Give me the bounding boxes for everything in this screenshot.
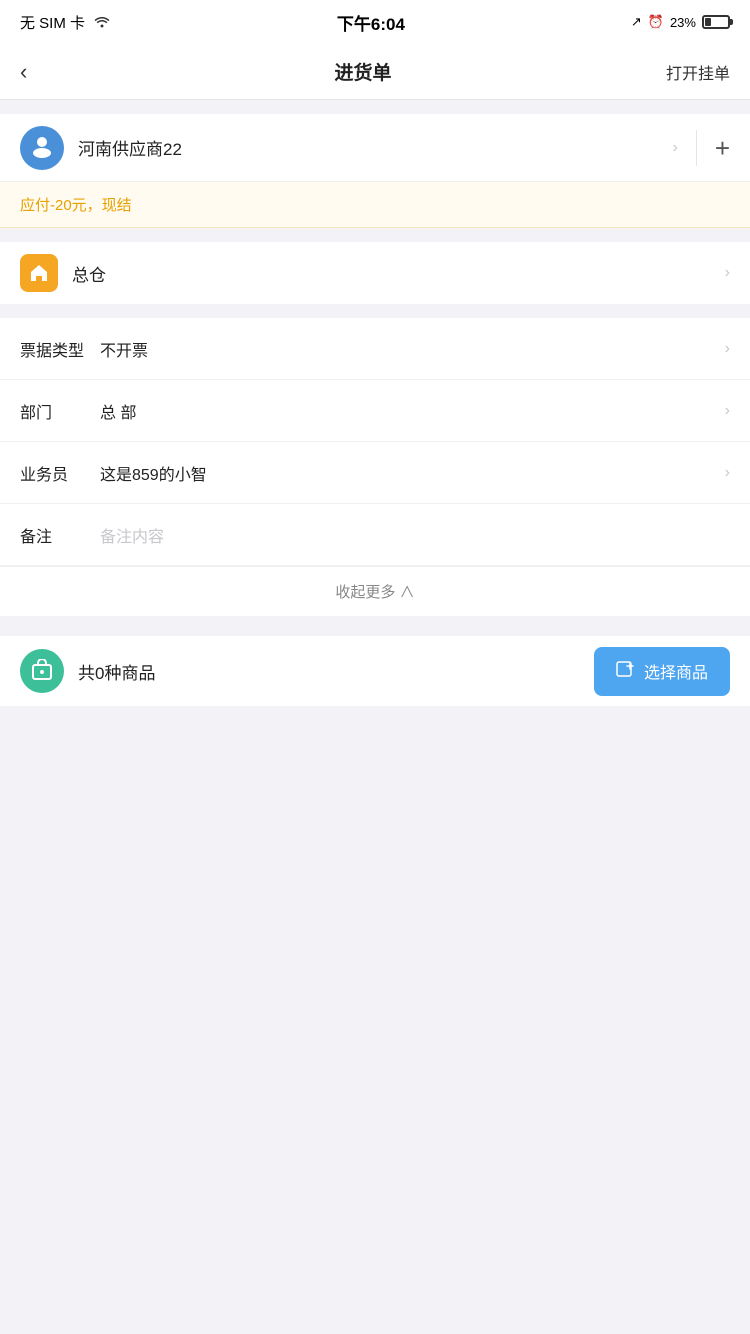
alarm-icon: ⏰ <box>648 14 664 30</box>
collapse-label: 收起更多 ∧ <box>335 581 414 602</box>
location-icon: ↗ <box>631 14 642 30</box>
carrier-label: 无 SIM 卡 <box>20 12 85 33</box>
warehouse-label: 总仓 <box>72 261 725 286</box>
nav-bar: ‹ 进货单 打开挂单 <box>0 44 750 100</box>
status-right: ↗ ⏰ 23% <box>631 14 730 30</box>
supplier-chevron-icon: › <box>672 139 677 157</box>
select-product-label: 选择商品 <box>644 659 708 683</box>
status-bar: 无 SIM 卡 下午6:04 ↗ ⏰ 23% <box>0 0 750 44</box>
collapse-button[interactable]: 收起更多 ∧ <box>0 566 750 616</box>
battery-percent: 23% <box>670 15 696 30</box>
back-button[interactable]: ‹ <box>20 59 60 85</box>
open-pending-button[interactable]: 打开挂单 <box>666 60 730 84</box>
warehouse-icon <box>20 254 58 292</box>
section-gap-1 <box>0 100 750 114</box>
remarks-row[interactable]: 备注 备注内容 <box>0 504 750 566</box>
product-count-label: 共0种商品 <box>78 659 594 684</box>
vertical-divider <box>696 130 697 166</box>
supplier-name: 河南供应商22 <box>78 135 672 160</box>
add-supplier-button[interactable]: + <box>715 135 730 161</box>
salesperson-chevron-icon: › <box>725 464 730 482</box>
notice-banner: 应付-20元，现结 <box>0 182 750 228</box>
invoice-chevron-icon: › <box>725 340 730 358</box>
dept-row[interactable]: 部门 总 部 › <box>0 380 750 442</box>
warehouse-section[interactable]: 总仓 › <box>0 242 750 304</box>
invoice-value: 不开票 <box>100 337 717 361</box>
dept-chevron-icon: › <box>725 402 730 420</box>
product-bar: 共0种商品 选择商品 <box>0 636 750 706</box>
section-gap-3 <box>0 304 750 318</box>
remarks-label: 备注 <box>20 523 100 547</box>
warehouse-row[interactable]: 总仓 › <box>0 242 750 304</box>
supplier-avatar <box>20 126 64 170</box>
dept-label: 部门 <box>20 399 100 423</box>
dept-value: 总 部 <box>100 399 717 423</box>
select-product-icon <box>616 659 636 684</box>
invoice-row[interactable]: 票据类型 不开票 › <box>0 318 750 380</box>
avatar-icon <box>29 132 55 164</box>
bottom-grey-area <box>0 706 750 1006</box>
salesperson-value: 这是859的小智 <box>100 461 717 485</box>
product-icon <box>20 649 64 693</box>
status-left: 无 SIM 卡 <box>20 12 111 33</box>
salesperson-row[interactable]: 业务员 这是859的小智 › <box>0 442 750 504</box>
wifi-icon <box>93 14 111 31</box>
salesperson-label: 业务员 <box>20 461 100 485</box>
battery-icon <box>702 15 730 29</box>
remarks-input[interactable]: 备注内容 <box>100 523 730 547</box>
section-gap-2 <box>0 228 750 242</box>
invoice-label: 票据类型 <box>20 337 100 361</box>
select-product-button[interactable]: 选择商品 <box>594 647 730 696</box>
supplier-row[interactable]: 河南供应商22 › + <box>0 114 750 182</box>
notice-text: 应付-20元，现结 <box>20 197 132 214</box>
supplier-section: 河南供应商22 › + 应付-20元，现结 <box>0 114 750 228</box>
form-section: 票据类型 不开票 › 部门 总 部 › 业务员 这是859的小智 › 备注 备注… <box>0 318 750 616</box>
warehouse-chevron-icon: › <box>725 264 730 282</box>
status-time: 下午6:04 <box>337 10 405 35</box>
page-title: 进货单 <box>334 58 391 85</box>
section-gap-4 <box>0 616 750 626</box>
